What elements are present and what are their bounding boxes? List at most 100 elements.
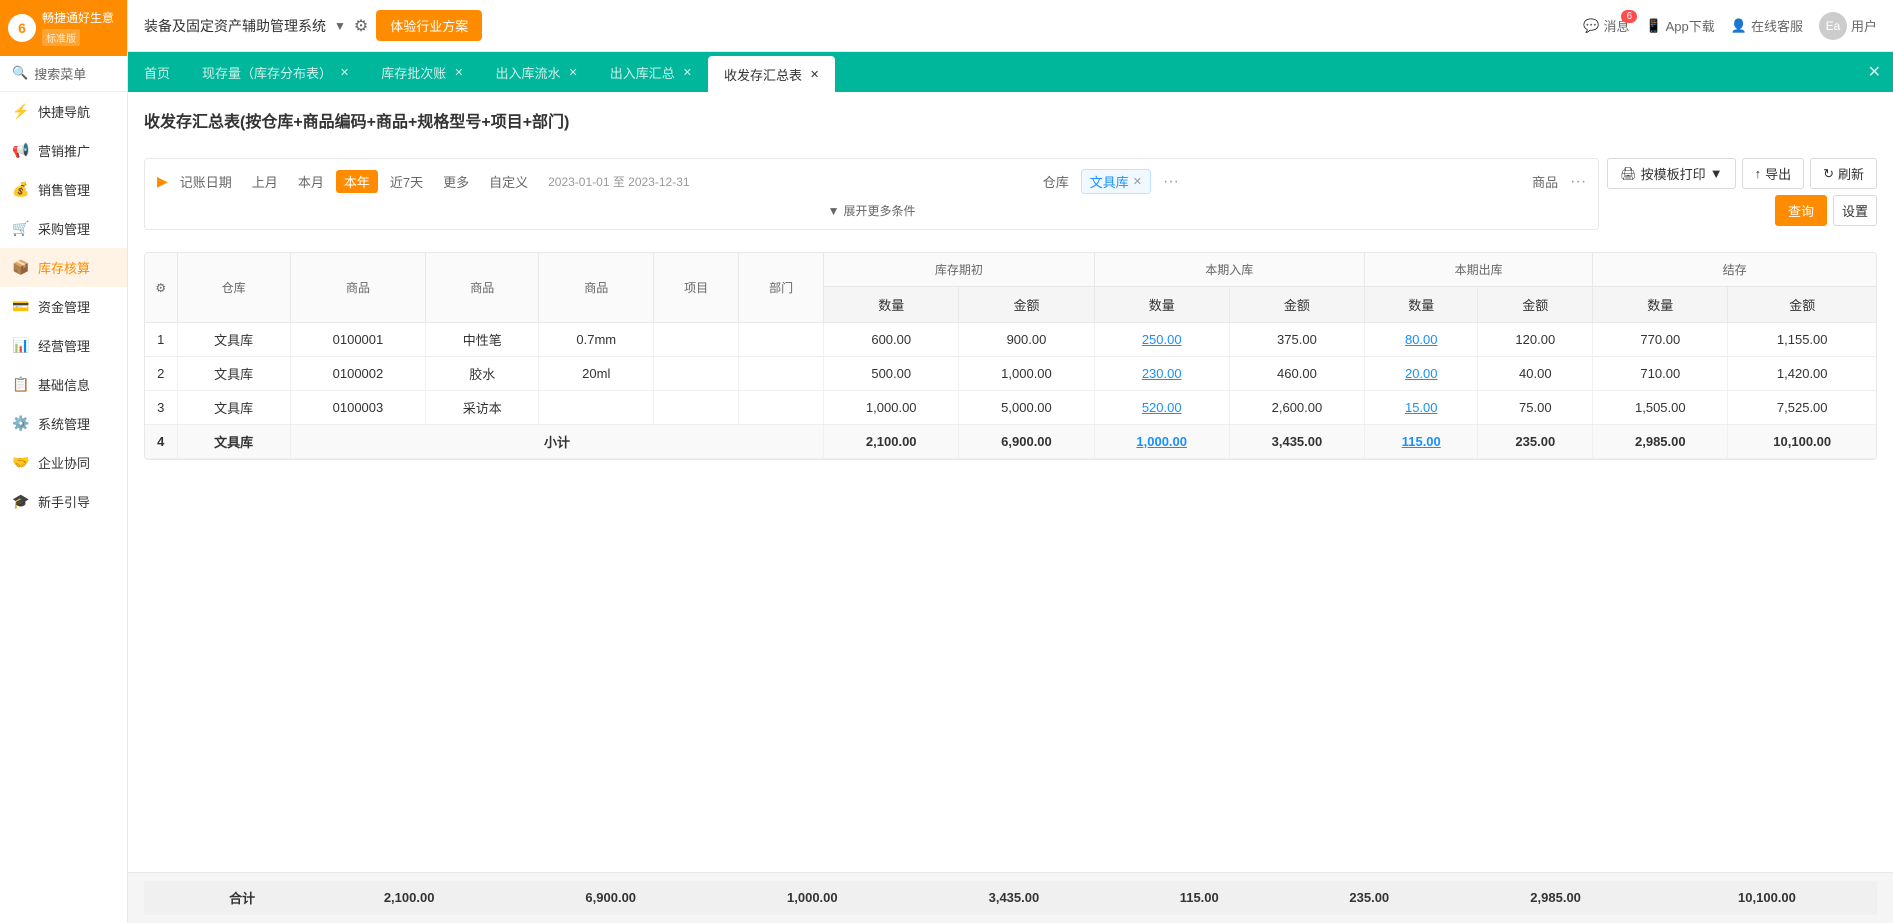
th-settings[interactable]: ⚙ xyxy=(145,253,177,323)
settings-btn[interactable]: 设置 xyxy=(1833,195,1877,226)
row-bal-qty: 770.00 xyxy=(1593,323,1728,357)
tab-batch[interactable]: 库存批次账 ✕ xyxy=(365,52,479,92)
sub-label: 小计 xyxy=(290,425,823,459)
row-goods-spec: 20ml xyxy=(539,357,654,391)
tab-flow[interactable]: 出入库流水 ✕ xyxy=(479,52,593,92)
th-warehouse: 仓库 xyxy=(177,253,290,323)
sidebar-item-marketing[interactable]: 📢 营销推广 xyxy=(0,131,127,170)
guide-icon: 🎓 xyxy=(12,492,30,510)
tab-close-icon[interactable]: ✕ xyxy=(683,66,692,79)
market-icon: 📢 xyxy=(12,141,30,159)
query-btn[interactable]: 查询 xyxy=(1775,195,1827,226)
message-action[interactable]: 💬 消息 6 xyxy=(1583,16,1629,35)
tab-close-icon[interactable]: ✕ xyxy=(340,66,349,79)
row-warehouse: 文具库 xyxy=(177,323,290,357)
total-out-qty: 115.00 xyxy=(1115,881,1284,915)
row-in-qty[interactable]: 230.00 xyxy=(1094,357,1229,391)
sidebar-item-finance[interactable]: 💳 资金管理 xyxy=(0,287,127,326)
sub-out-qty[interactable]: 115.00 xyxy=(1365,425,1478,459)
tab-close-icon[interactable]: ✕ xyxy=(810,68,819,81)
row-no: 1 xyxy=(145,323,177,357)
date-btn-this-month[interactable]: 本月 xyxy=(290,170,332,193)
sidebar-item-system[interactable]: ⚙️ 系统管理 xyxy=(0,404,127,443)
date-btn-more[interactable]: 更多 xyxy=(435,170,477,193)
finance-icon: 💳 xyxy=(12,297,30,315)
total-row: 合计 2,100.00 6,900.00 1,000.00 3,435.00 1… xyxy=(144,881,1877,915)
export-btn-label: 导出 xyxy=(1765,164,1791,183)
warehouse-filter-tag[interactable]: 文具库 ✕ xyxy=(1081,169,1151,194)
inventory-icon: 📦 xyxy=(12,258,30,276)
tab-home-label: 首页 xyxy=(144,63,170,82)
date-btn-7days[interactable]: 近7天 xyxy=(382,170,431,193)
refresh-btn[interactable]: ↻ 刷新 xyxy=(1810,158,1877,189)
tab-summary[interactable]: 出入库汇总 ✕ xyxy=(594,52,708,92)
app-download-action[interactable]: 📱 App下载 xyxy=(1645,16,1714,35)
th-open-amt: 金额 xyxy=(959,287,1094,323)
chevron-down-icon: ▼ xyxy=(1710,166,1723,181)
date-btn-this-year[interactable]: 本年 xyxy=(336,170,378,193)
system-dropdown[interactable]: ▼ xyxy=(334,19,346,33)
row-out-qty[interactable]: 80.00 xyxy=(1365,323,1478,357)
sub-in-amt: 3,435.00 xyxy=(1229,425,1364,459)
total-in-amt: 3,435.00 xyxy=(913,881,1115,915)
row-bal-amt: 1,155.00 xyxy=(1728,323,1876,357)
row-goods-name: 采访本 xyxy=(426,391,539,425)
total-label: 合计 xyxy=(176,881,308,915)
goods-more-icon[interactable]: ··· xyxy=(1570,173,1586,191)
sidebar-item-purchase[interactable]: 🛒 采购管理 xyxy=(0,209,127,248)
sidebar-item-sales[interactable]: 💰 销售管理 xyxy=(0,170,127,209)
sidebar-search[interactable]: 🔍 搜索菜单 xyxy=(0,56,127,92)
sidebar-item-quicknav[interactable]: ⚡ 快捷导航 xyxy=(0,92,127,131)
tab-bar: 首页 现存量（库存分布表） ✕ 库存批次账 ✕ 出入库流水 ✕ 出入库汇总 ✕ … xyxy=(128,52,1893,92)
th-period-out: 本期出库 xyxy=(1365,253,1593,287)
row-bal-qty: 710.00 xyxy=(1593,357,1728,391)
tab-bar-close-btn[interactable]: ✕ xyxy=(1856,62,1893,82)
export-btn[interactable]: ↑ 导出 xyxy=(1742,158,1805,189)
try-button[interactable]: 体验行业方案 xyxy=(376,10,482,41)
expand-conditions-btn[interactable]: ▼ 展开更多条件 xyxy=(828,202,916,219)
export-icon: ↑ xyxy=(1755,166,1762,181)
sidebar-item-label: 营销推广 xyxy=(38,141,90,160)
row-out-qty[interactable]: 15.00 xyxy=(1365,391,1478,425)
sidebar-item-base[interactable]: 📋 基础信息 xyxy=(0,365,127,404)
sidebar-item-manage[interactable]: 📊 经营管理 xyxy=(0,326,127,365)
sidebar-item-inventory[interactable]: 📦 库存核算 xyxy=(0,248,127,287)
print-btn[interactable]: 🖨 按模板打印 ▼ xyxy=(1607,158,1735,189)
bottom-bar: 合计 2,100.00 6,900.00 1,000.00 3,435.00 1… xyxy=(128,872,1893,923)
row-out-amt: 40.00 xyxy=(1478,357,1593,391)
tab-label: 现存量（库存分布表） xyxy=(202,63,332,82)
refresh-btn-label: 刷新 xyxy=(1838,164,1864,183)
row-project xyxy=(654,391,739,425)
online-service-action[interactable]: 👤 在线客服 xyxy=(1731,16,1803,35)
sub-in-qty[interactable]: 1,000.00 xyxy=(1094,425,1229,459)
date-btn-last-month[interactable]: 上月 xyxy=(244,170,286,193)
warehouse-tag-close[interactable]: ✕ xyxy=(1133,175,1142,188)
user-action[interactable]: Ea 用户 xyxy=(1819,12,1877,40)
tab-label: 收发存汇总表 xyxy=(724,65,802,84)
total-open-qty: 2,100.00 xyxy=(308,881,510,915)
filter-expand-arrow[interactable]: ▶ xyxy=(157,173,168,190)
total-in-qty: 1,000.00 xyxy=(712,881,914,915)
row-in-qty[interactable]: 520.00 xyxy=(1094,391,1229,425)
tab-close-icon[interactable]: ✕ xyxy=(569,66,578,79)
sidebar-item-corp[interactable]: 🤝 企业协同 xyxy=(0,443,127,482)
tab-home[interactable]: 首页 xyxy=(128,52,186,92)
main-area: 装备及固定资产辅助管理系统 ▼ ⚙ 体验行业方案 💬 消息 6 📱 App下载 … xyxy=(128,0,1893,923)
th-goods-spec: 商品 xyxy=(539,253,654,323)
row-in-qty[interactable]: 250.00 xyxy=(1094,323,1229,357)
page-title: 收发存汇总表(按仓库+商品编码+商品+规格型号+项目+部门) xyxy=(144,108,569,132)
tab-inventory-dist[interactable]: 现存量（库存分布表） ✕ xyxy=(186,52,365,92)
sidebar: 6 畅捷通好生意 标准版 🔍 搜索菜单 ⚡ 快捷导航 📢 营销推广 💰 销售管理… xyxy=(0,0,128,923)
date-buttons: 上月 本月 本年 近7天 更多 自定义 xyxy=(244,170,536,193)
row-out-amt: 75.00 xyxy=(1478,391,1593,425)
tab-close-icon[interactable]: ✕ xyxy=(454,66,463,79)
date-btn-custom[interactable]: 自定义 xyxy=(481,170,536,193)
settings-icon[interactable]: ⚙ xyxy=(354,16,368,36)
row-out-qty[interactable]: 20.00 xyxy=(1365,357,1478,391)
sidebar-item-guide[interactable]: 🎓 新手引导 xyxy=(0,482,127,521)
warehouse-more-icon[interactable]: ··· xyxy=(1163,173,1179,191)
download-icon: 📱 xyxy=(1645,18,1661,34)
tab-receive-send[interactable]: 收发存汇总表 ✕ xyxy=(708,56,835,92)
sub-no: 4 xyxy=(145,425,177,459)
row-goods-name: 中性笔 xyxy=(426,323,539,357)
